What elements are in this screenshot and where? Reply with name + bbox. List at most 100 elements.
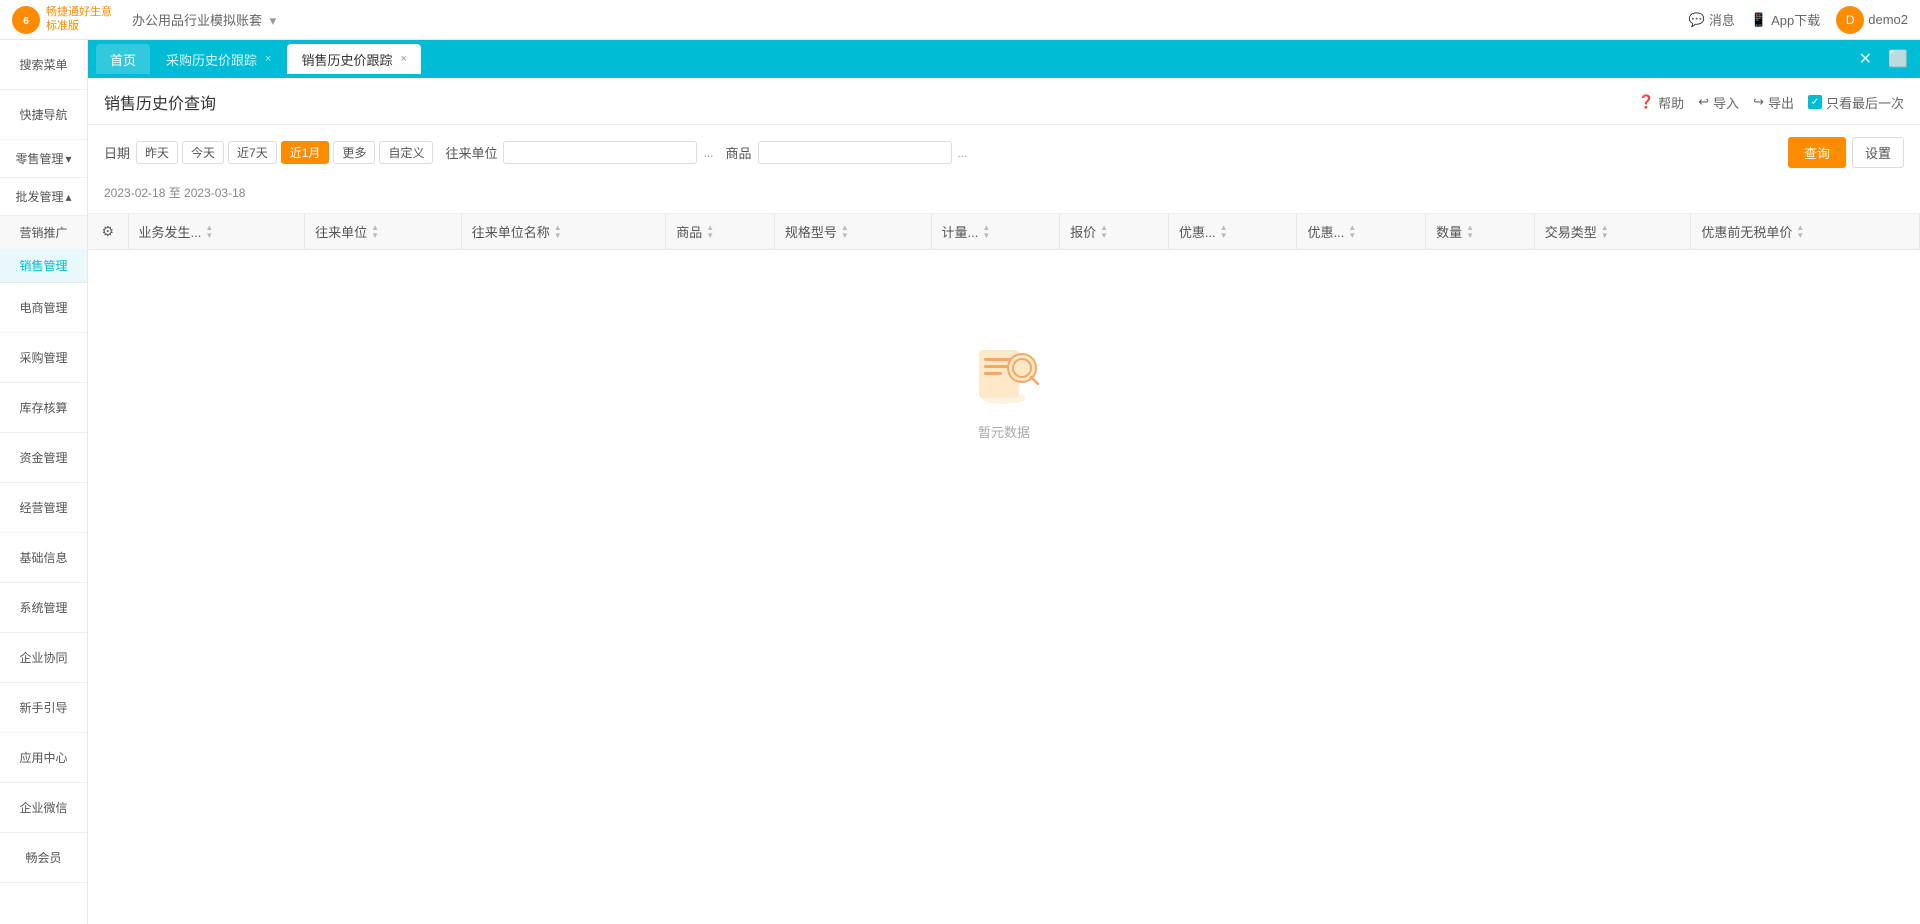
sidebar-item-enterprise-collab[interactable]: 企业协同	[0, 633, 87, 683]
sort-arrows-discount1[interactable]: ▲▼	[1220, 224, 1228, 240]
sort-arrows-customer-name[interactable]: ▲▼	[554, 224, 562, 240]
wholesale-sub-section: 营销推广 销售管理	[0, 216, 87, 283]
date-btn-more[interactable]: 更多	[333, 141, 375, 164]
date-btn-today[interactable]: 今天	[182, 141, 224, 164]
th-customer-code[interactable]: 往来单位 ▲▼	[305, 214, 462, 250]
tab-bar: 首页 采购历史价跟踪 × 销售历史价跟踪 × ✕ ⬜	[88, 40, 1920, 78]
sidebar-item-purchase[interactable]: 采购管理	[0, 333, 87, 383]
download-icon: 📱	[1751, 12, 1767, 28]
th-business-date[interactable]: 业务发生... ▲▼	[128, 214, 305, 250]
app-title: 办公用品行业模拟账套 ▾	[132, 10, 276, 29]
sort-arrows-price[interactable]: ▲▼	[1100, 224, 1108, 240]
th-product[interactable]: 商品 ▲▼	[666, 214, 775, 250]
help-icon: ❓	[1638, 94, 1654, 110]
export-btn[interactable]: ↪ 导出	[1753, 93, 1794, 112]
sort-arrows-product[interactable]: ▲▼	[706, 224, 714, 240]
sidebar-item-basic-info[interactable]: 基础信息	[0, 533, 87, 583]
date-range-display: 2023-02-18 至 2023-03-18	[104, 184, 245, 201]
date-btn-7days[interactable]: 近7天	[228, 141, 277, 164]
sidebar-item-wechat[interactable]: 企业微信	[0, 783, 87, 833]
top-bar-left: 6 畅捷通好生意 标准版 办公用品行业模拟账套 ▾	[12, 6, 276, 34]
gear-icon[interactable]: ⚙	[101, 223, 114, 239]
close-purchase-tab-icon[interactable]: ×	[265, 53, 271, 65]
sidebar-item-system[interactable]: 系统管理	[0, 583, 87, 633]
date-filter-label: 日期	[104, 143, 130, 162]
empty-text: 暂元数据	[978, 422, 1030, 441]
sort-arrows-spec[interactable]: ▲▼	[841, 224, 849, 240]
th-quantity[interactable]: 数量 ▲▼	[1426, 214, 1535, 250]
maximize-icon[interactable]: ⬜	[1884, 49, 1912, 69]
sidebar-item-newbie-guide[interactable]: 新手引导	[0, 683, 87, 733]
date-btn-custom[interactable]: 自定义	[379, 141, 433, 164]
dropdown-arrow-icon[interactable]: ▾	[270, 13, 277, 28]
message-btn[interactable]: 💬 消息	[1689, 10, 1735, 29]
sidebar-item-management[interactable]: 经营管理	[0, 483, 87, 533]
customer-more-icon[interactable]: ...	[703, 146, 713, 160]
sort-arrows-discount2[interactable]: ▲▼	[1348, 224, 1356, 240]
tab-purchase-history[interactable]: 采购历史价跟踪 ×	[152, 44, 285, 74]
import-btn[interactable]: ↩ 导入	[1698, 93, 1739, 112]
sidebar-item-marketing[interactable]: 营销推广	[0, 216, 87, 249]
sidebar: 搜索菜单 快捷导航 零售管理 ▾ 批发管理 ▴ 营销推广 销售管理 电商管理 采…	[0, 40, 88, 924]
sort-arrows-unit[interactable]: ▲▼	[982, 224, 990, 240]
close-sales-tab-icon[interactable]: ×	[400, 53, 406, 65]
th-customer-name[interactable]: 往来单位名称 ▲▼	[461, 214, 666, 250]
customer-filter-group: 往来单位 ...	[445, 141, 713, 164]
page-title: 销售历史价查询	[104, 90, 216, 114]
sidebar-item-retail[interactable]: 零售管理 ▾	[0, 140, 87, 178]
th-pre-tax-price[interactable]: 优惠前无税单价 ▲▼	[1691, 214, 1920, 250]
th-transaction-type[interactable]: 交易类型 ▲▼	[1534, 214, 1691, 250]
page-header-actions: ❓ 帮助 ↩ 导入 ↪ 导出 ✓ 只看最后一次	[1638, 93, 1904, 112]
product-filter-group: 商品 ...	[725, 141, 967, 164]
logo-icon: 6	[12, 6, 40, 34]
product-filter-input[interactable]	[758, 141, 952, 164]
page-header: 销售历史价查询 ❓ 帮助 ↩ 导入 ↪ 导出	[88, 78, 1920, 125]
user-area[interactable]: D demo2	[1836, 6, 1908, 34]
svg-text:6: 6	[23, 16, 29, 27]
th-spec[interactable]: 规格型号 ▲▼	[774, 214, 931, 250]
table-area: ⚙ 业务发生... ▲▼ 往来	[88, 214, 1920, 924]
sidebar-item-search[interactable]: 搜索菜单	[0, 40, 87, 90]
th-discount2[interactable]: 优惠... ▲▼	[1297, 214, 1426, 250]
sort-arrows-quantity[interactable]: ▲▼	[1466, 224, 1474, 240]
top-bar: 6 畅捷通好生意 标准版 办公用品行业模拟账套 ▾ 💬 消息 📱 App下载 D…	[0, 0, 1920, 40]
settings-button[interactable]: 设置	[1852, 137, 1904, 168]
sort-arrows-transaction-type[interactable]: ▲▼	[1601, 224, 1609, 240]
query-button[interactable]: 查询	[1788, 137, 1846, 168]
tab-sales-history[interactable]: 销售历史价跟踪 ×	[287, 44, 420, 74]
close-all-tabs-icon[interactable]: ✕	[1855, 49, 1876, 69]
customer-filter-input[interactable]	[503, 141, 697, 164]
app-download-btn[interactable]: 📱 App下载	[1751, 10, 1820, 29]
sort-arrows-business-date[interactable]: ▲▼	[205, 224, 213, 240]
date-btn-yesterday[interactable]: 昨天	[136, 141, 178, 164]
help-btn[interactable]: ❓ 帮助	[1638, 93, 1684, 112]
logo-area: 6 畅捷通好生意 标准版	[12, 6, 112, 34]
sidebar-item-quick-nav[interactable]: 快捷导航	[0, 90, 87, 140]
date-btn-1month[interactable]: 近1月	[281, 141, 330, 164]
sidebar-item-wholesale[interactable]: 批发管理 ▴	[0, 178, 87, 216]
product-filter-label: 商品	[725, 143, 751, 162]
sidebar-item-member[interactable]: 畅会员	[0, 833, 87, 883]
sidebar-item-inventory[interactable]: 库存核算	[0, 383, 87, 433]
product-more-icon[interactable]: ...	[958, 146, 968, 160]
only-last-checkbox[interactable]: ✓ 只看最后一次	[1808, 93, 1904, 112]
th-price[interactable]: 报价 ▲▼	[1060, 214, 1169, 250]
sort-arrows-customer-code[interactable]: ▲▼	[371, 224, 379, 240]
th-settings[interactable]: ⚙	[88, 214, 128, 250]
table-header-row: ⚙ 业务发生... ▲▼ 往来	[88, 214, 1920, 250]
th-unit[interactable]: 计量... ▲▼	[931, 214, 1060, 250]
th-discount1[interactable]: 优惠... ▲▼	[1168, 214, 1297, 250]
sort-arrows-pre-tax-price[interactable]: ▲▼	[1796, 224, 1804, 240]
sidebar-item-sales-mgmt[interactable]: 销售管理	[0, 249, 87, 282]
sidebar-item-finance[interactable]: 资金管理	[0, 433, 87, 483]
sidebar-item-ecommerce[interactable]: 电商管理	[0, 283, 87, 333]
chevron-down-icon: ▾	[65, 152, 71, 166]
top-bar-right: 💬 消息 📱 App下载 D demo2	[1689, 6, 1908, 34]
sidebar-item-app-center[interactable]: 应用中心	[0, 733, 87, 783]
filter-second-row: 2023-02-18 至 2023-03-18	[104, 184, 245, 201]
content-area: 首页 采购历史价跟踪 × 销售历史价跟踪 × ✕ ⬜ 销售历史价查询	[88, 40, 1920, 924]
logo-text: 畅捷通好生意 标准版	[46, 6, 112, 32]
chevron-up-icon: ▴	[65, 190, 71, 204]
tab-home[interactable]: 首页	[96, 44, 150, 74]
empty-icon	[964, 330, 1044, 410]
